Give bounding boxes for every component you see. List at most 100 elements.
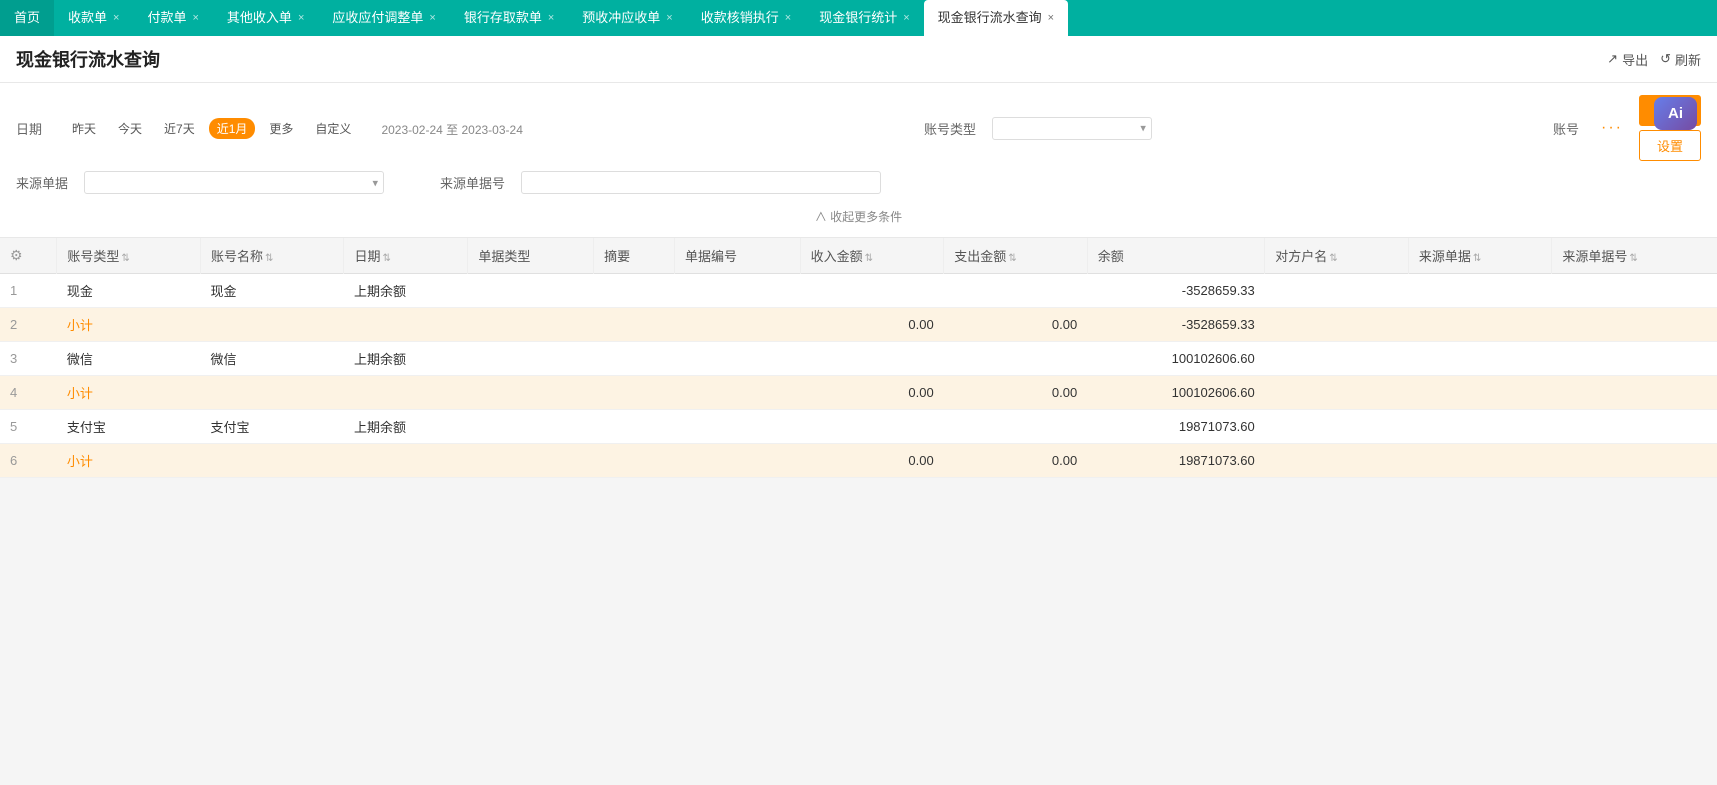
th-date[interactable]: 日期⇅ bbox=[344, 238, 468, 274]
close-icon[interactable]: × bbox=[192, 0, 198, 36]
source-doc-select[interactable] bbox=[84, 171, 384, 194]
cell-summary bbox=[594, 274, 675, 308]
top-nav: 首页 收款单 × 付款单 × 其他收入单 × 应收应付调整单 × 银行存取款单 … bbox=[0, 0, 1717, 36]
cell-account-name bbox=[200, 444, 344, 478]
cell-doc-type bbox=[468, 410, 594, 444]
th-source-doc[interactable]: 来源单据⇅ bbox=[1408, 238, 1552, 274]
ai-button[interactable]: Ai bbox=[1654, 97, 1697, 130]
sort-icon: ⇅ bbox=[1629, 253, 1637, 264]
date-btn-1month[interactable]: 近1月 bbox=[209, 118, 256, 139]
cell-source-doc-no bbox=[1552, 376, 1717, 410]
th-doc-type[interactable]: 单据类型 bbox=[468, 238, 594, 274]
cell-balance: 100102606.60 bbox=[1087, 376, 1265, 410]
table-row[interactable]: 6 小计 0.00 0.00 19871073.60 bbox=[0, 444, 1717, 478]
export-button[interactable]: ↗ 导出 bbox=[1607, 50, 1648, 69]
close-icon[interactable]: × bbox=[785, 0, 791, 36]
nav-bank-deposit[interactable]: 银行存取款单 × bbox=[450, 0, 568, 36]
cell-summary bbox=[594, 444, 675, 478]
cell-doc-type bbox=[468, 342, 594, 376]
cell-account-name: 支付宝 bbox=[200, 410, 344, 444]
close-icon[interactable]: × bbox=[903, 0, 909, 36]
cell-counterparty bbox=[1265, 308, 1409, 342]
account-type-select-wrapper: 现金 微信 支付宝 bbox=[992, 117, 1152, 140]
cell-income bbox=[800, 342, 944, 376]
account-type-select[interactable]: 现金 微信 支付宝 bbox=[992, 117, 1152, 140]
cell-source-doc-no bbox=[1552, 308, 1717, 342]
account-more-btn[interactable]: ··· bbox=[1601, 119, 1623, 137]
cell-num: 6 bbox=[0, 444, 57, 478]
close-icon[interactable]: × bbox=[298, 0, 304, 36]
th-account-name[interactable]: 账号名称⇅ bbox=[200, 238, 344, 274]
cell-doc-no bbox=[674, 308, 800, 342]
cell-account-type: 小计 bbox=[57, 308, 201, 342]
th-balance[interactable]: 余额 bbox=[1087, 238, 1265, 274]
date-btn-yesterday[interactable]: 昨天 bbox=[64, 118, 104, 139]
refresh-button[interactable]: ↺ 刷新 bbox=[1660, 50, 1701, 69]
close-icon[interactable]: × bbox=[548, 0, 554, 36]
cell-account-type: 现金 bbox=[57, 274, 201, 308]
nav-home[interactable]: 首页 bbox=[0, 0, 54, 36]
cell-account-type: 小计 bbox=[57, 376, 201, 410]
collapse-bar[interactable]: ∧ 收起更多条件 bbox=[16, 204, 1701, 229]
nav-payment[interactable]: 付款单 × bbox=[133, 0, 212, 36]
cell-doc-type bbox=[468, 308, 594, 342]
sort-icon: ⇅ bbox=[1473, 253, 1481, 264]
nav-cash-bank-flow[interactable]: 现金银行流水查询 × bbox=[924, 0, 1068, 36]
cell-account-name bbox=[200, 376, 344, 410]
date-btn-7days[interactable]: 近7天 bbox=[156, 118, 203, 139]
th-source-doc-no[interactable]: 来源单据号⇅ bbox=[1552, 238, 1717, 274]
th-summary[interactable]: 摘要 bbox=[594, 238, 675, 274]
cell-expense bbox=[944, 274, 1088, 308]
th-income[interactable]: 收入金额⇅ bbox=[800, 238, 944, 274]
cell-num: 4 bbox=[0, 376, 57, 410]
th-counterparty[interactable]: 对方户名⇅ bbox=[1265, 238, 1409, 274]
source-doc-no-input[interactable] bbox=[521, 171, 881, 194]
table-row[interactable]: 5 支付宝 支付宝 上期余额 19871073.60 bbox=[0, 410, 1717, 444]
cell-source-doc bbox=[1408, 342, 1552, 376]
date-options: 昨天 今天 近7天 近1月 更多 自定义 bbox=[64, 118, 359, 139]
date-btn-today[interactable]: 今天 bbox=[110, 118, 150, 139]
cell-doc-no bbox=[674, 274, 800, 308]
nav-advance[interactable]: 预收冲应收单 × bbox=[568, 0, 686, 36]
cell-balance: -3528659.33 bbox=[1087, 308, 1265, 342]
sort-icon: ⇅ bbox=[121, 253, 129, 264]
filter-row-1: 日期 昨天 今天 近7天 近1月 更多 自定义 2023-02-24 至 202… bbox=[16, 95, 1701, 161]
nav-cash-bank-stats[interactable]: 现金银行统计 × bbox=[805, 0, 923, 36]
cell-counterparty bbox=[1265, 444, 1409, 478]
close-icon[interactable]: × bbox=[1048, 0, 1054, 36]
cell-income: 0.00 bbox=[800, 376, 944, 410]
table-row[interactable]: 3 微信 微信 上期余额 100102606.60 bbox=[0, 342, 1717, 376]
cell-account-name: 现金 bbox=[200, 274, 344, 308]
cell-date bbox=[344, 308, 468, 342]
table-row[interactable]: 2 小计 0.00 0.00 -3528659.33 bbox=[0, 308, 1717, 342]
cell-counterparty bbox=[1265, 376, 1409, 410]
th-account-type[interactable]: 账号类型⇅ bbox=[57, 238, 201, 274]
close-icon[interactable]: × bbox=[429, 0, 435, 36]
cell-date: 上期余额 bbox=[344, 274, 468, 308]
close-icon[interactable]: × bbox=[666, 0, 672, 36]
table-row[interactable]: 4 小计 0.00 0.00 100102606.60 bbox=[0, 376, 1717, 410]
th-doc-no[interactable]: 单据编号 bbox=[674, 238, 800, 274]
filter-area: 日期 昨天 今天 近7天 近1月 更多 自定义 2023-02-24 至 202… bbox=[0, 83, 1717, 238]
nav-adjustment[interactable]: 应收应付调整单 × bbox=[318, 0, 449, 36]
cell-account-type: 支付宝 bbox=[57, 410, 201, 444]
th-expense[interactable]: 支出金额⇅ bbox=[944, 238, 1088, 274]
cell-expense bbox=[944, 410, 1088, 444]
sort-icon: ⇅ bbox=[265, 253, 273, 264]
cell-source-doc-no bbox=[1552, 342, 1717, 376]
nav-verification[interactable]: 收款核销执行 × bbox=[687, 0, 805, 36]
settings-button[interactable]: 设置 bbox=[1639, 130, 1701, 161]
close-icon[interactable]: × bbox=[113, 0, 119, 36]
page-title: 现金银行流水查询 bbox=[16, 46, 160, 72]
cell-date: 上期余额 bbox=[344, 342, 468, 376]
date-btn-custom[interactable]: 自定义 bbox=[307, 118, 359, 139]
th-gear[interactable]: ⚙ bbox=[0, 238, 57, 274]
cell-num: 1 bbox=[0, 274, 57, 308]
cell-source-doc-no bbox=[1552, 274, 1717, 308]
cell-num: 5 bbox=[0, 410, 57, 444]
nav-other-income[interactable]: 其他收入单 × bbox=[213, 0, 318, 36]
nav-receipt[interactable]: 收款单 × bbox=[54, 0, 133, 36]
date-btn-more[interactable]: 更多 bbox=[261, 118, 301, 139]
cell-source-doc bbox=[1408, 444, 1552, 478]
table-row[interactable]: 1 现金 现金 上期余额 -3528659.33 bbox=[0, 274, 1717, 308]
